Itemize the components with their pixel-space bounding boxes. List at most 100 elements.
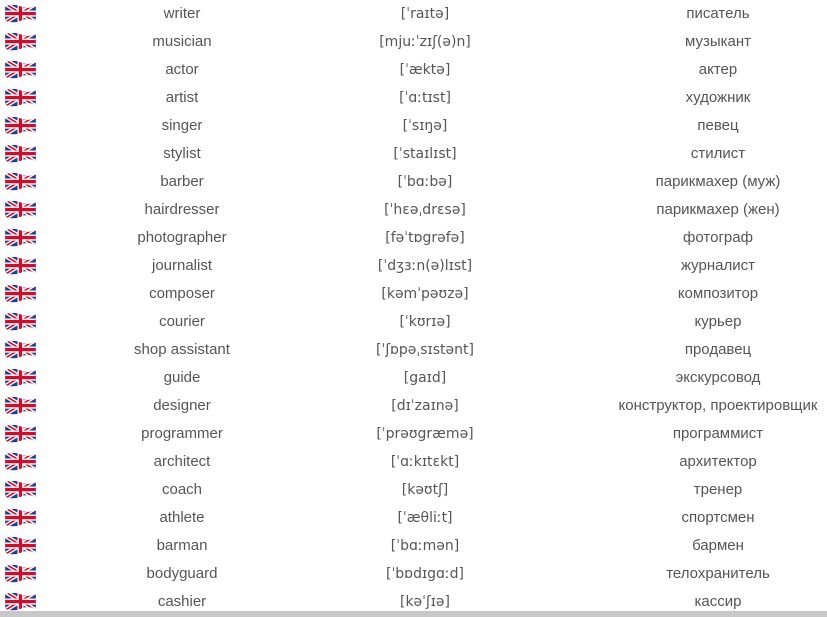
english-word: photographer — [137, 229, 227, 246]
table-row: shop assistant [ˈʃɒpəˌsɪstənt] продавец — [0, 336, 827, 364]
uk-flag-icon[interactable] — [4, 311, 37, 331]
transcription: [mjuːˈzɪʃ(ə)n] — [379, 34, 471, 50]
table-row: coach [kəʊtʃ] тренер — [0, 476, 827, 504]
uk-flag-icon[interactable] — [4, 451, 37, 471]
russian-translation: фотограф — [683, 229, 753, 246]
english-word: journalist — [151, 257, 213, 274]
uk-flag-icon[interactable] — [4, 227, 37, 247]
table-row: guide [gaɪd] экскурсовод — [0, 364, 827, 392]
russian-translation: бармен — [692, 537, 744, 554]
english-word: actor — [165, 61, 199, 78]
uk-flag-icon[interactable] — [4, 87, 37, 107]
uk-flag-icon[interactable] — [4, 339, 37, 359]
uk-flag-icon[interactable] — [4, 31, 37, 51]
russian-translation: курьер — [694, 313, 742, 330]
russian-translation: художник — [685, 89, 751, 106]
russian-translation: парикмахер (жен) — [656, 201, 780, 218]
transcription: [ˈhɛəˌdrɛsə] — [384, 202, 466, 218]
transcription: [ˈbɑːmən] — [390, 538, 460, 554]
uk-flag-icon[interactable] — [4, 423, 37, 443]
transcription: [ˈkʊrɪə] — [399, 314, 451, 330]
transcription: [ˈæθliːt] — [397, 510, 453, 526]
transcription: [ˈɑːkɪtɛkt] — [390, 454, 460, 470]
english-word: shop assistant — [134, 341, 230, 358]
uk-flag-icon[interactable] — [4, 479, 37, 499]
table-row: stylist [ˈstaɪlɪst] стилист — [0, 140, 827, 168]
uk-flag-icon[interactable] — [4, 143, 37, 163]
english-word: designer — [153, 397, 211, 414]
transcription: [ˈstaɪlɪst] — [393, 146, 457, 162]
russian-translation: композитор — [677, 285, 759, 302]
transcription: [ˈdʒɜːn(ə)lɪst] — [377, 258, 473, 274]
transcription: [dɪˈzaɪnə] — [391, 398, 459, 414]
table-row: architect [ˈɑːkɪtɛkt] архитектор — [0, 448, 827, 476]
english-word: musician — [152, 33, 212, 50]
uk-flag-icon[interactable] — [4, 367, 37, 387]
english-word: guide — [163, 369, 201, 386]
transcription: [ˈɑːtɪst] — [399, 90, 451, 106]
table-row: journalist [ˈdʒɜːn(ə)lɪst] журналист — [0, 252, 827, 280]
russian-translation: парикмахер (муж) — [655, 173, 781, 190]
table-row: actor [ˈæktə] актер — [0, 56, 827, 84]
transcription: [ˈbɒdɪgɑːd] — [385, 566, 464, 582]
english-word: barber — [160, 173, 204, 190]
table-row: barber [ˈbɑːbə] парикмахер (муж) — [0, 168, 827, 196]
english-word: barman — [156, 537, 208, 554]
transcription: [ˈsɪŋə] — [402, 118, 448, 134]
uk-flag-icon[interactable] — [4, 591, 37, 611]
uk-flag-icon[interactable] — [4, 563, 37, 583]
russian-translation: музыкант — [684, 33, 752, 50]
transcription: [fəˈtɒgrəfə] — [385, 230, 465, 246]
table-row: hairdresser [ˈhɛəˌdrɛsə] парикмахер (жен) — [0, 196, 827, 224]
table-row: composer [kəmˈpəʊzə] композитор — [0, 280, 827, 308]
russian-translation: телохранитель — [666, 565, 770, 582]
russian-translation: спортсмен — [681, 509, 755, 526]
russian-translation: журналист — [680, 257, 755, 274]
uk-flag-icon[interactable] — [4, 535, 37, 555]
table-row: photographer [fəˈtɒgrəfə] фотограф — [0, 224, 827, 252]
table-row: musician [mjuːˈzɪʃ(ə)n] музыкант — [0, 28, 827, 56]
uk-flag-icon[interactable] — [4, 171, 37, 191]
russian-translation: певец — [697, 117, 739, 134]
uk-flag-icon[interactable] — [4, 507, 37, 527]
english-word: courier — [159, 313, 205, 330]
english-word: writer — [163, 5, 201, 22]
transcription: [ˈprəʊgræmə] — [376, 426, 474, 442]
russian-translation: архитектор — [679, 453, 757, 470]
uk-flag-icon[interactable] — [4, 283, 37, 303]
transcription: [ˈʃɒpəˌsɪstənt] — [376, 342, 474, 358]
russian-translation: актер — [698, 61, 738, 78]
uk-flag-icon[interactable] — [4, 395, 37, 415]
uk-flag-icon[interactable] — [4, 199, 37, 219]
horizontal-scrollbar[interactable] — [0, 611, 827, 617]
english-word: stylist — [163, 145, 201, 162]
english-word: bodyguard — [146, 565, 218, 582]
transcription: [ˈbɑːbə] — [397, 174, 453, 190]
english-word: programmer — [141, 425, 223, 442]
russian-translation: конструктор, проектировщик — [618, 397, 818, 414]
transcription: [kəmˈpəʊzə] — [381, 286, 469, 302]
table-row: artist [ˈɑːtɪst] художник — [0, 84, 827, 112]
russian-translation: писатель — [686, 5, 750, 22]
table-row: writer [ˈraɪtə] писатель — [0, 0, 827, 28]
transcription: [kəʊtʃ] — [401, 482, 449, 498]
table-row: designer [dɪˈzaɪnə] конструктор, проектиро… — [0, 392, 827, 420]
russian-translation: программист — [672, 425, 764, 442]
uk-flag-icon[interactable] — [4, 59, 37, 79]
uk-flag-icon[interactable] — [4, 3, 37, 23]
vocabulary-table: writer [ˈraɪtə] писатель musician [mjuːˈzɪʃ(… — [0, 0, 827, 616]
table-row: courier [ˈkʊrɪə] курьер — [0, 308, 827, 336]
uk-flag-icon[interactable] — [4, 255, 37, 275]
transcription: [gaɪd] — [403, 370, 447, 386]
russian-translation: стилист — [690, 145, 746, 162]
uk-flag-icon[interactable] — [4, 115, 37, 135]
table-row: athlete [ˈæθliːt] спортсмен — [0, 504, 827, 532]
russian-translation: тренер — [693, 481, 743, 498]
transcription: [ˈraɪtə] — [400, 6, 450, 22]
transcription: [ˈæktə] — [399, 62, 451, 78]
russian-translation: продавец — [684, 341, 752, 358]
english-word: hairdresser — [144, 201, 220, 218]
table-row: bodyguard [ˈbɒdɪgɑːd] телохранитель — [0, 560, 827, 588]
english-word: composer — [149, 285, 215, 302]
table-row: barman [ˈbɑːmən] бармен — [0, 532, 827, 560]
